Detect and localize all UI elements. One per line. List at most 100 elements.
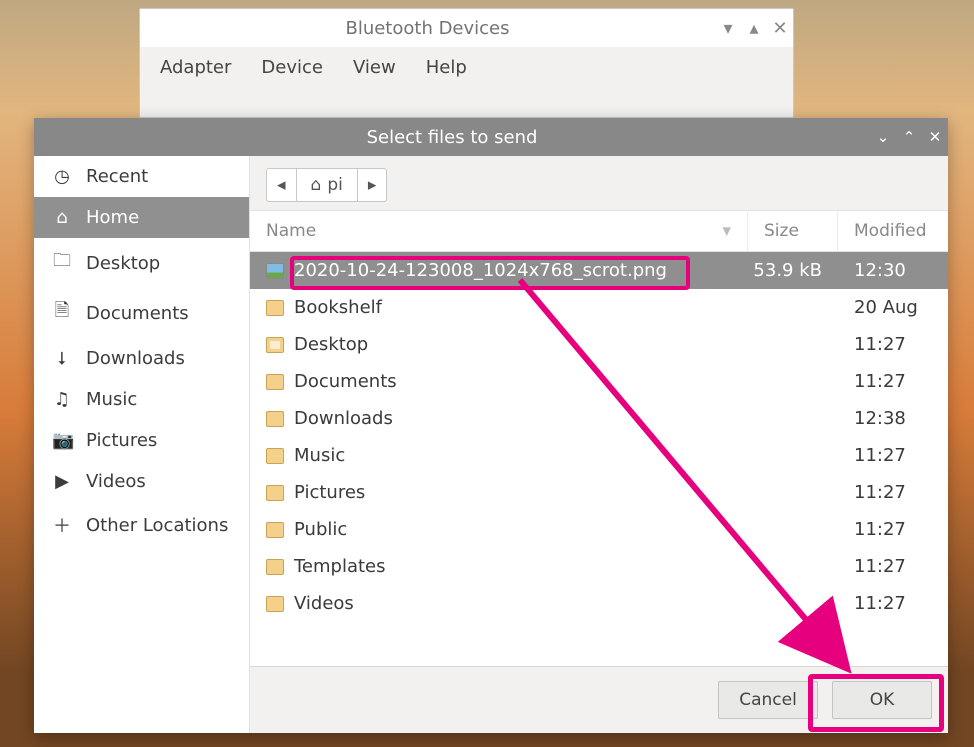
file-size: 53.9 kB [748, 256, 838, 285]
col-name-label: Name [266, 221, 316, 241]
file-list-panel: ◂ ⌂ pi ▸ Name ▾ Size Modified 2020-10-24… [250, 156, 948, 733]
close-icon[interactable]: ✕ [767, 18, 793, 39]
cancel-button[interactable]: Cancel [718, 681, 818, 719]
file-row[interactable]: 2020-10-24-123008_1024x768_scrot.png 53.9… [250, 252, 948, 289]
home-icon: ⌂ [52, 207, 72, 228]
folder-icon [266, 411, 284, 427]
file-row[interactable]: Bookshelf 20 Aug [250, 289, 948, 326]
parent-titlebar: Bluetooth Devices ▾ ▴ ✕ [140, 9, 793, 47]
path-current-button[interactable]: ⌂ pi [297, 168, 357, 202]
file-size [748, 378, 838, 386]
home-icon: ⌂ [311, 175, 322, 195]
file-name: Videos [294, 593, 354, 614]
file-name: Desktop [294, 334, 368, 355]
sidebar-item-home[interactable]: ⌂Home [34, 197, 249, 238]
file-size [748, 415, 838, 423]
file-list-header: Name ▾ Size Modified [250, 211, 948, 252]
folder-icon [266, 559, 284, 575]
sidebar-item-downloads[interactable]: ⭣Downloads [34, 338, 249, 379]
sidebar-item-label: Music [86, 389, 137, 410]
menu-help[interactable]: Help [426, 57, 467, 78]
file-size [748, 526, 838, 534]
folder-icon [266, 300, 284, 316]
sort-desc-icon: ▾ [722, 221, 731, 241]
path-current-label: pi [327, 175, 343, 195]
folder-icon [266, 374, 284, 390]
dialog-minimize-icon[interactable]: ⌄ [870, 128, 896, 146]
sidebar-item-label: Desktop [86, 253, 160, 274]
path-back-button[interactable]: ◂ [266, 168, 297, 202]
parent-menubar: Adapter Device View Help [140, 47, 793, 88]
file-name: 2020-10-24-123008_1024x768_scrot.png [294, 260, 667, 281]
cam-icon: 📷 [52, 430, 72, 451]
sidebar-item-label: Recent [86, 166, 148, 187]
bluetooth-devices-window: Bluetooth Devices ▾ ▴ ✕ Adapter Device V… [139, 8, 794, 118]
file-row[interactable]: Videos11:27 [250, 585, 948, 622]
file-row[interactable]: Pictures 11:27 [250, 474, 948, 511]
sidebar-item-label: Pictures [86, 430, 157, 451]
image-file-icon [266, 263, 284, 279]
file-row[interactable]: Downloads 12:38 [250, 400, 948, 437]
file-chooser-dialog: Select files to send ⌄ ⌃ ✕ ◷Recent⌂Home🗀… [34, 118, 948, 733]
folder-icon [266, 596, 284, 612]
file-name: Documents [294, 371, 397, 392]
file-size [748, 452, 838, 460]
folder-icon [266, 337, 284, 353]
menu-view[interactable]: View [353, 57, 396, 78]
col-modified-label: Modified [854, 221, 927, 241]
file-modified: 11:27 [838, 367, 948, 396]
sidebar-item-other-locations[interactable]: ＋Other Locations [34, 502, 249, 548]
dialog-footer: Cancel OK [250, 666, 948, 733]
menu-adapter[interactable]: Adapter [160, 57, 231, 78]
sidebar-item-music[interactable]: ♫Music [34, 379, 249, 420]
down-icon: ⭣ [52, 348, 72, 369]
folder-icon: 🗀 [52, 248, 72, 278]
file-row[interactable]: Public11:27 [250, 511, 948, 548]
video-icon: ▶ [52, 471, 72, 492]
file-row[interactable]: Music11:27 [250, 437, 948, 474]
sidebar-item-desktop[interactable]: 🗀 Desktop [34, 238, 249, 288]
dialog-close-icon[interactable]: ✕ [922, 128, 948, 146]
folder-icon [266, 522, 284, 538]
file-size [748, 489, 838, 497]
sidebar-item-videos[interactable]: ▶ Videos [34, 461, 249, 502]
sidebar-item-label: Documents [86, 303, 189, 324]
maximize-icon[interactable]: ▴ [741, 18, 767, 39]
minimize-icon[interactable]: ▾ [715, 18, 741, 39]
file-modified: 11:27 [838, 330, 948, 359]
file-name: Music [294, 445, 345, 466]
file-size [748, 600, 838, 608]
col-size-label: Size [764, 221, 799, 241]
file-modified: 20 Aug [838, 293, 948, 322]
folder-icon [266, 448, 284, 464]
col-name[interactable]: Name ▾ [250, 211, 748, 251]
file-name: Templates [294, 556, 386, 577]
doc-icon: 🗎 [52, 298, 72, 328]
sidebar-item-documents[interactable]: 🗎 Documents [34, 288, 249, 338]
file-modified: 12:38 [838, 404, 948, 433]
path-forward-button[interactable]: ▸ [357, 168, 388, 202]
file-list[interactable]: 2020-10-24-123008_1024x768_scrot.png 53.9… [250, 252, 948, 666]
sidebar-item-recent[interactable]: ◷Recent [34, 156, 249, 197]
pathbar: ◂ ⌂ pi ▸ [250, 156, 948, 211]
file-modified: 11:27 [838, 478, 948, 507]
sidebar-item-pictures[interactable]: 📷 Pictures [34, 420, 249, 461]
file-size [748, 304, 838, 312]
file-modified: 11:27 [838, 552, 948, 581]
file-name: Bookshelf [294, 297, 382, 318]
sidebar-item-label: Videos [86, 471, 146, 492]
col-modified[interactable]: Modified [838, 211, 948, 251]
file-row[interactable]: Desktop 11:27 [250, 326, 948, 363]
file-modified: 12:30 [838, 256, 948, 285]
file-name: Public [294, 519, 347, 540]
menu-device[interactable]: Device [261, 57, 323, 78]
file-row[interactable]: Documents 11:27 [250, 363, 948, 400]
file-size [748, 341, 838, 349]
file-row[interactable]: Templates 11:27 [250, 548, 948, 585]
file-size [748, 563, 838, 571]
file-name: Pictures [294, 482, 365, 503]
ok-button[interactable]: OK [832, 681, 932, 719]
file-name: Downloads [294, 408, 393, 429]
dialog-maximize-icon[interactable]: ⌃ [896, 128, 922, 146]
col-size[interactable]: Size [748, 211, 838, 251]
